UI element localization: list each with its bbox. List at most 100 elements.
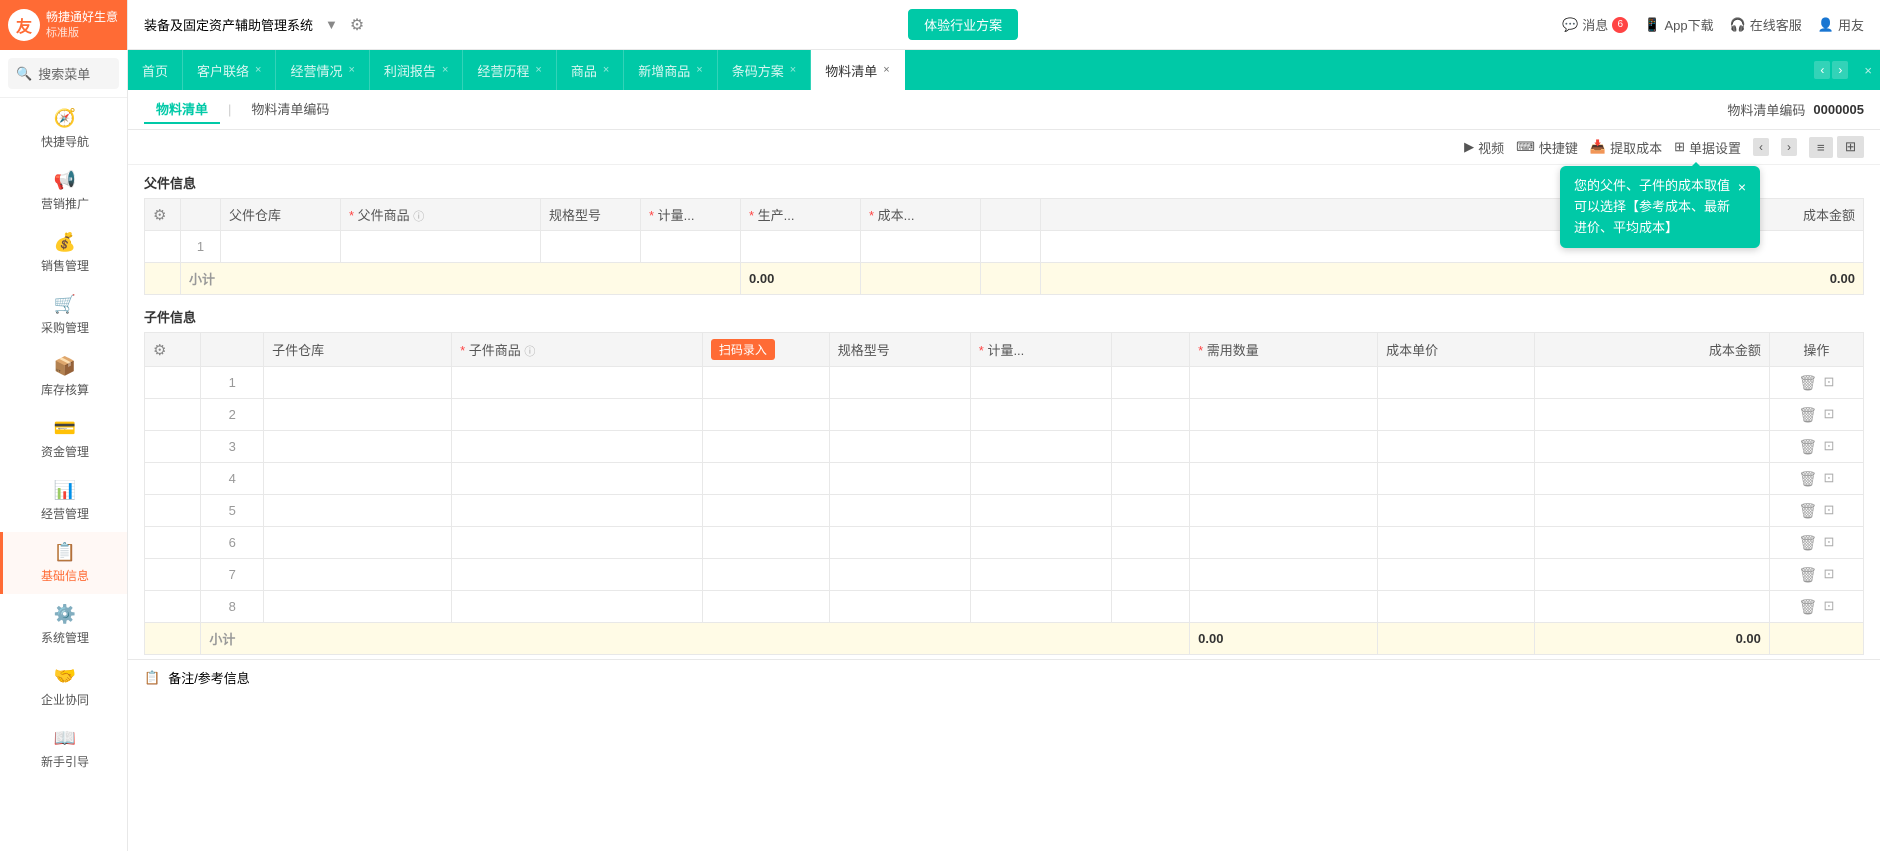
child-row-unit-cost[interactable] bbox=[1378, 399, 1535, 431]
sidebar-item-finance[interactable]: 💳 资金管理 bbox=[0, 408, 127, 470]
search-menu-button[interactable]: 🔍 搜索菜单 bbox=[8, 58, 119, 89]
column-settings-gear[interactable]: ⚙ bbox=[153, 207, 166, 224]
copy-row-button[interactable]: ⊡ bbox=[1824, 438, 1835, 456]
sidebar-item-basic-info[interactable]: 📋 基础信息 bbox=[0, 532, 127, 594]
parent-row-product[interactable] bbox=[341, 231, 541, 263]
child-row-unit[interactable] bbox=[970, 495, 1111, 527]
delete-row-button[interactable]: 🗑 bbox=[1798, 374, 1817, 392]
child-row-qty[interactable] bbox=[1190, 399, 1378, 431]
child-row-unit[interactable] bbox=[970, 399, 1111, 431]
copy-row-button[interactable]: ⊡ bbox=[1824, 502, 1835, 520]
child-row-unit[interactable] bbox=[970, 559, 1111, 591]
child-row-qty[interactable] bbox=[1190, 463, 1378, 495]
parent-row-unit[interactable] bbox=[641, 231, 741, 263]
single-settings-button[interactable]: ⊞ 单据设置 bbox=[1674, 138, 1741, 157]
extract-cost-button[interactable]: 📥 提取成本 bbox=[1590, 138, 1662, 157]
tab-close-icon[interactable]: × bbox=[535, 64, 541, 76]
child-row-warehouse[interactable] bbox=[264, 431, 452, 463]
sidebar-item-inventory[interactable]: 📦 库存核算 bbox=[0, 346, 127, 408]
copy-row-button[interactable]: ⊡ bbox=[1824, 470, 1835, 488]
child-row-unit-cost[interactable] bbox=[1378, 463, 1535, 495]
delete-row-button[interactable]: 🗑 bbox=[1798, 534, 1817, 552]
tab-new-goods[interactable]: 新增商品 × bbox=[624, 50, 717, 90]
child-row-warehouse[interactable] bbox=[264, 399, 452, 431]
scan-input-button[interactable]: 扫码录入 bbox=[711, 339, 775, 360]
child-row-product[interactable] bbox=[452, 527, 703, 559]
child-row-unit-cost[interactable] bbox=[1378, 367, 1535, 399]
child-row-product[interactable] bbox=[452, 431, 703, 463]
tab-barcode[interactable]: 条码方案 × bbox=[718, 50, 811, 90]
child-row-spec[interactable] bbox=[829, 399, 970, 431]
sidebar-item-operations[interactable]: 📊 经营管理 bbox=[0, 470, 127, 532]
copy-row-button[interactable]: ⊡ bbox=[1824, 566, 1835, 584]
close-all-button[interactable]: × bbox=[1856, 63, 1880, 78]
child-row-unit[interactable] bbox=[970, 463, 1111, 495]
sidebar-item-system[interactable]: ⚙️ 系统管理 bbox=[0, 594, 127, 656]
child-row-product[interactable] bbox=[452, 559, 703, 591]
dropdown-icon[interactable]: ▼ bbox=[325, 17, 338, 32]
tab-profit[interactable]: 利润报告 × bbox=[370, 50, 463, 90]
tab-prev-button[interactable]: ‹ bbox=[1814, 61, 1830, 79]
child-row-product[interactable] bbox=[452, 591, 703, 623]
delete-row-button[interactable]: 🗑 bbox=[1798, 598, 1817, 616]
child-row-warehouse[interactable] bbox=[264, 527, 452, 559]
copy-row-button[interactable]: ⊡ bbox=[1824, 534, 1835, 552]
tab-bom[interactable]: 物料清单 × bbox=[811, 50, 904, 90]
child-row-product[interactable] bbox=[452, 495, 703, 527]
toolbar-prev-button[interactable]: ‹ bbox=[1753, 138, 1769, 156]
tab-close-icon[interactable]: × bbox=[790, 64, 796, 76]
sidebar-item-quick-nav[interactable]: 🧭 快捷导航 bbox=[0, 98, 127, 160]
tab-close-icon[interactable]: × bbox=[696, 64, 702, 76]
sub-tab-bom-code[interactable]: 物料清单编码 bbox=[239, 95, 341, 124]
online-service-button[interactable]: 🎧 在线客服 bbox=[1730, 15, 1802, 34]
list-view-button[interactable]: ≡ bbox=[1809, 137, 1833, 158]
child-row-product[interactable] bbox=[452, 367, 703, 399]
child-row-warehouse[interactable] bbox=[264, 367, 452, 399]
toolbar-next-button[interactable]: › bbox=[1781, 138, 1797, 156]
settings-icon[interactable]: ⚙ bbox=[350, 15, 364, 35]
child-row-unit-cost[interactable] bbox=[1378, 495, 1535, 527]
child-row-product[interactable] bbox=[452, 463, 703, 495]
child-row-unit-cost[interactable] bbox=[1378, 591, 1535, 623]
child-row-warehouse[interactable] bbox=[264, 559, 452, 591]
tab-home[interactable]: 首页 bbox=[128, 50, 183, 90]
child-row-qty[interactable] bbox=[1190, 591, 1378, 623]
child-row-qty[interactable] bbox=[1190, 495, 1378, 527]
child-row-spec[interactable] bbox=[829, 367, 970, 399]
child-row-unit[interactable] bbox=[970, 431, 1111, 463]
tab-close-icon[interactable]: × bbox=[348, 64, 354, 76]
child-row-qty[interactable] bbox=[1190, 559, 1378, 591]
tooltip-close-button[interactable]: × bbox=[1738, 176, 1746, 198]
video-button[interactable]: ▶ 视频 bbox=[1464, 138, 1504, 157]
child-row-qty[interactable] bbox=[1190, 527, 1378, 559]
message-button[interactable]: 💬 消息 6 bbox=[1562, 15, 1628, 34]
app-download-button[interactable]: 📱 App下载 bbox=[1644, 15, 1713, 34]
child-row-product[interactable] bbox=[452, 399, 703, 431]
tab-next-button[interactable]: › bbox=[1832, 61, 1848, 79]
tab-close-icon[interactable]: × bbox=[442, 64, 448, 76]
parent-row-warehouse[interactable] bbox=[221, 231, 341, 263]
child-row-qty[interactable] bbox=[1190, 367, 1378, 399]
delete-row-button[interactable]: 🗑 bbox=[1798, 502, 1817, 520]
try-industry-button[interactable]: 体验行业方案 bbox=[908, 9, 1018, 40]
child-row-warehouse[interactable] bbox=[264, 495, 452, 527]
child-row-unit-cost[interactable] bbox=[1378, 527, 1535, 559]
child-row-spec[interactable] bbox=[829, 463, 970, 495]
tab-goods[interactable]: 商品 × bbox=[557, 50, 624, 90]
parent-row-spec[interactable] bbox=[541, 231, 641, 263]
child-row-unit[interactable] bbox=[970, 527, 1111, 559]
copy-row-button[interactable]: ⊡ bbox=[1824, 598, 1835, 616]
child-row-spec[interactable] bbox=[829, 591, 970, 623]
child-row-spec[interactable] bbox=[829, 431, 970, 463]
child-row-qty[interactable] bbox=[1190, 431, 1378, 463]
child-row-spec[interactable] bbox=[829, 527, 970, 559]
parent-row-cost[interactable] bbox=[861, 231, 981, 263]
child-row-spec[interactable] bbox=[829, 495, 970, 527]
sidebar-item-sales[interactable]: 💰 销售管理 bbox=[0, 222, 127, 284]
tab-close-icon[interactable]: × bbox=[255, 64, 261, 76]
delete-row-button[interactable]: 🗑 bbox=[1798, 566, 1817, 584]
child-column-settings-gear[interactable]: ⚙ bbox=[153, 342, 166, 359]
shortcut-button[interactable]: ⌨ 快捷键 bbox=[1516, 138, 1578, 157]
sidebar-item-guide[interactable]: 📖 新手引导 bbox=[0, 718, 127, 780]
tab-operations[interactable]: 经营情况 × bbox=[276, 50, 369, 90]
